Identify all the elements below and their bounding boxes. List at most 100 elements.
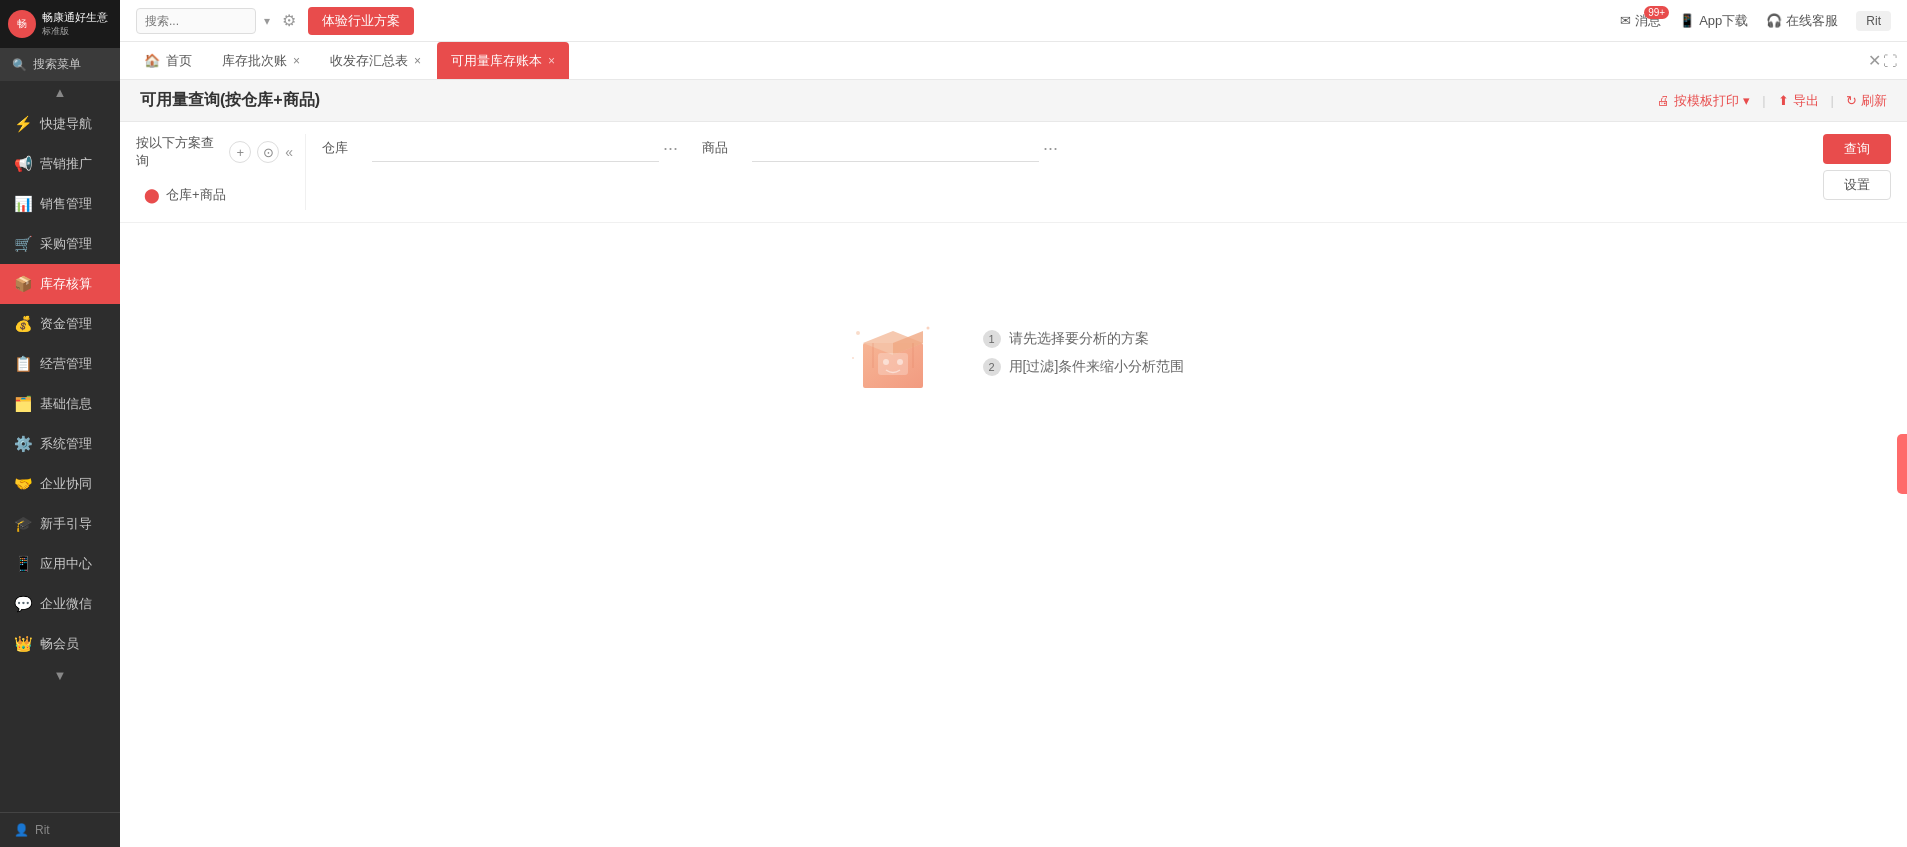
svg-rect-5 xyxy=(878,353,908,375)
inventory-icon: 📦 xyxy=(14,275,32,293)
export-btn[interactable]: ⬆ 导出 xyxy=(1778,92,1819,110)
wechat-icon: 💬 xyxy=(14,595,32,613)
goods-input[interactable] xyxy=(752,134,1039,162)
sidebar-username: Rit xyxy=(35,823,50,837)
filter-area: 仓库 ··· 商品 ··· xyxy=(322,134,1797,210)
member-icon: 👑 xyxy=(14,635,32,653)
search-icon: 🔍 xyxy=(12,58,27,72)
scheme-panel-header: 按以下方案查询 + ⊙ « xyxy=(136,134,293,170)
tip-num-1: 1 xyxy=(983,330,1001,348)
industry-btn[interactable]: 体验行业方案 xyxy=(308,7,414,35)
tab-home[interactable]: 🏠 首页 xyxy=(130,42,206,79)
finance-icon: 💰 xyxy=(14,315,32,333)
logo-text: 畅康通好生意 标准版 xyxy=(42,10,108,38)
user-avatar-icon: 👤 xyxy=(14,823,29,837)
quick-nav-icon: ⚡ xyxy=(14,115,32,133)
topbar-app-download[interactable]: 📱 App下载 xyxy=(1679,12,1748,30)
sidebar-item-wechat[interactable]: 💬 企业微信 xyxy=(0,584,120,624)
apps-icon: 📱 xyxy=(14,555,32,573)
print-btn[interactable]: 🖨 按模板打印 ▾ xyxy=(1657,92,1750,110)
app-icon: 📱 xyxy=(1679,13,1695,28)
close-all-icon: ✕ xyxy=(1868,51,1881,70)
empty-state: 1 请先选择要分析的方案 2 用[过滤]条件来缩小分析范围 xyxy=(120,223,1907,483)
sidebar: 畅 畅康通好生意 标准版 🔍 搜索菜单 ▲ ⚡ 快捷导航 📢 营销推广 📊 销售… xyxy=(0,0,120,847)
print-chevron-icon: ▾ xyxy=(1743,93,1750,108)
home-icon: 🏠 xyxy=(144,53,160,68)
page-title: 可用量查询(按仓库+商品) xyxy=(140,90,320,111)
empty-state-content: 1 请先选择要分析的方案 2 用[过滤]条件来缩小分析范围 xyxy=(843,303,1185,403)
scheme-panel: 按以下方案查询 + ⊙ « ⬤ 仓库+商品 xyxy=(136,134,306,210)
sidebar-item-guide[interactable]: 🎓 新手引导 xyxy=(0,504,120,544)
sidebar-item-quick-nav[interactable]: ⚡ 快捷导航 xyxy=(0,104,120,144)
settings-button[interactable]: 设置 xyxy=(1823,170,1891,200)
topbar-online-service[interactable]: 🎧 在线客服 xyxy=(1766,12,1838,30)
tab-batch-close[interactable]: × xyxy=(293,55,300,67)
corp-icon: 🤝 xyxy=(14,475,32,493)
tabs-bar: 🏠 首页 库存批次账 × 收发存汇总表 × 可用量库存账本 × ✕ ⛶ xyxy=(120,42,1907,80)
guide-icon: 🎓 xyxy=(14,515,32,533)
warehouse-filter-field: 仓库 ··· xyxy=(322,134,682,162)
refresh-icon: ↻ xyxy=(1846,93,1857,108)
topbar-user[interactable]: Rit xyxy=(1856,11,1891,31)
empty-tips: 1 请先选择要分析的方案 2 用[过滤]条件来缩小分析范围 xyxy=(983,330,1185,376)
svg-point-10 xyxy=(852,357,854,359)
svg-point-9 xyxy=(926,327,929,330)
scheme-add-btn[interactable]: + xyxy=(229,141,251,163)
topbar-gear-icon[interactable]: ⚙ xyxy=(278,7,300,34)
sidebar-item-member[interactable]: 👑 畅会员 xyxy=(0,624,120,664)
empty-illustration xyxy=(843,303,943,403)
scroll-up-btn[interactable]: ▲ xyxy=(0,81,120,104)
export-icon: ⬆ xyxy=(1778,93,1789,108)
tab-available[interactable]: 可用量库存账本 × xyxy=(437,42,569,79)
sidebar-item-finance[interactable]: 💰 资金管理 xyxy=(0,304,120,344)
empty-tip-2: 2 用[过滤]条件来缩小分析范围 xyxy=(983,358,1185,376)
sidebar-item-inventory[interactable]: 📦 库存核算 xyxy=(0,264,120,304)
tabs-close-all[interactable]: ✕ xyxy=(1868,51,1881,70)
topbar-msg[interactable]: ✉ 消息 99+ xyxy=(1620,12,1661,30)
operations-icon: 📋 xyxy=(14,355,32,373)
right-scroll-handle[interactable] xyxy=(1897,434,1907,494)
query-button[interactable]: 查询 xyxy=(1823,134,1891,164)
warehouse-input[interactable] xyxy=(372,134,659,162)
scheme-settings-btn[interactable]: ⊙ xyxy=(257,141,279,163)
scheme-item-icon: ⬤ xyxy=(144,187,160,203)
marketing-icon: 📢 xyxy=(14,155,32,173)
logo-icon: 畅 xyxy=(8,10,36,38)
sidebar-item-sales[interactable]: 📊 销售管理 xyxy=(0,184,120,224)
sidebar-item-corp[interactable]: 🤝 企业协同 xyxy=(0,464,120,504)
tabs-maximize[interactable]: ⛶ xyxy=(1883,53,1897,69)
svg-point-6 xyxy=(883,359,889,365)
scheme-collapse-btn[interactable]: « xyxy=(285,144,293,160)
tab-summary-close[interactable]: × xyxy=(414,55,421,67)
maximize-icon: ⛶ xyxy=(1883,53,1897,69)
topbar-right: ✉ 消息 99+ 📱 App下载 🎧 在线客服 Rit xyxy=(1620,11,1891,31)
action-buttons: 查询 设置 xyxy=(1813,134,1891,210)
page-content: 可用量查询(按仓库+商品) 🖨 按模板打印 ▾ | ⬆ 导出 | ↻ 刷新 xyxy=(120,80,1907,847)
query-area: 按以下方案查询 + ⊙ « ⬤ 仓库+商品 仓库 ··· xyxy=(120,122,1907,223)
sidebar-item-system[interactable]: ⚙️ 系统管理 xyxy=(0,424,120,464)
warehouse-label: 仓库 xyxy=(322,139,372,157)
purchase-icon: 🛒 xyxy=(14,235,32,253)
scroll-down-btn[interactable]: ▼ xyxy=(0,664,120,687)
topbar-search-input[interactable] xyxy=(136,8,256,34)
sidebar-bottom[interactable]: 👤 Rit xyxy=(0,812,120,847)
sidebar-item-purchase[interactable]: 🛒 采购管理 xyxy=(0,224,120,264)
topbar-chevron-icon[interactable]: ▾ xyxy=(264,14,270,28)
tab-batch[interactable]: 库存批次账 × xyxy=(208,42,314,79)
sidebar-item-marketing[interactable]: 📢 营销推广 xyxy=(0,144,120,184)
goods-filter-field: 商品 ··· xyxy=(702,134,1062,162)
sidebar-item-apps[interactable]: 📱 应用中心 xyxy=(0,544,120,584)
print-icon: 🖨 xyxy=(1657,93,1670,108)
sidebar-item-operations[interactable]: 📋 经营管理 xyxy=(0,344,120,384)
tab-available-close[interactable]: × xyxy=(548,55,555,67)
tip-num-2: 2 xyxy=(983,358,1001,376)
sidebar-search[interactable]: 🔍 搜索菜单 xyxy=(0,48,120,81)
refresh-btn[interactable]: ↻ 刷新 xyxy=(1846,92,1887,110)
tab-summary[interactable]: 收发存汇总表 × xyxy=(316,42,435,79)
sidebar-nav: ▲ ⚡ 快捷导航 📢 营销推广 📊 销售管理 🛒 采购管理 📦 库存核算 💰 资… xyxy=(0,81,120,812)
sidebar-logo: 畅 畅康通好生意 标准版 xyxy=(0,0,120,48)
warehouse-more-icon[interactable]: ··· xyxy=(659,138,682,159)
scheme-item-warehouse-goods[interactable]: ⬤ 仓库+商品 xyxy=(136,180,293,210)
sidebar-item-basic[interactable]: 🗂️ 基础信息 xyxy=(0,384,120,424)
goods-more-icon[interactable]: ··· xyxy=(1039,138,1062,159)
